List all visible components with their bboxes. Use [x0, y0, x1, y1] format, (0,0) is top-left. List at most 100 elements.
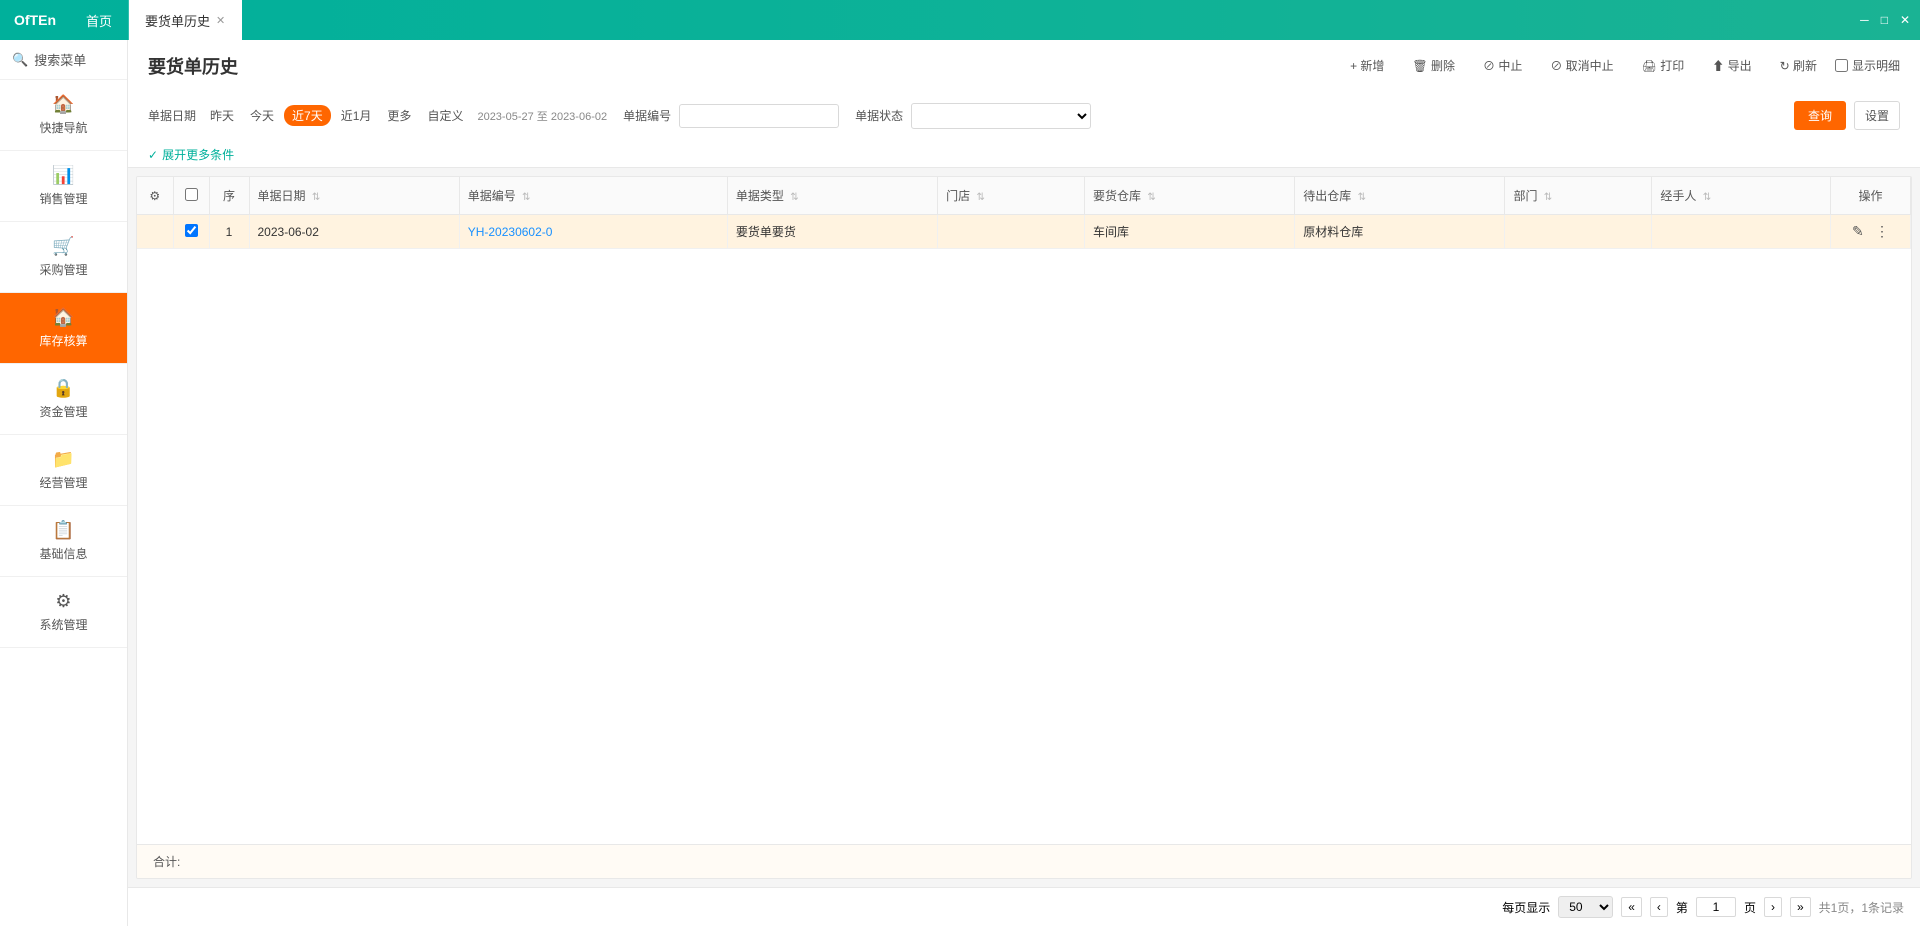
app-logo: OfTEn: [0, 12, 70, 28]
row-pending-warehouse-cell: 原材料仓库: [1295, 215, 1505, 249]
doc-no-label: 单据编号: [623, 107, 671, 124]
lock-icon: 🔒: [52, 378, 74, 399]
date-filter-group: 单据日期 昨天 今天 近7天 近1月 更多 自定义 2023-05-27 至 2…: [148, 105, 607, 126]
row-checkbox[interactable]: [185, 224, 198, 237]
minimize-icon[interactable]: ─: [1860, 13, 1869, 27]
toolbar: + 新增 🗑 删除 ⊘ 中止 ⊘ 取消中止 🖨 打印 ⬆ 导出 ↻ 刷新 显示明…: [1340, 52, 1900, 79]
chevron-down-icon: ✓: [148, 148, 158, 162]
close-window-icon[interactable]: ✕: [1900, 13, 1910, 27]
inventory-icon: 🏠: [52, 307, 74, 328]
footer-total-label: 合计:: [153, 855, 180, 869]
select-all-checkbox[interactable]: [185, 188, 198, 201]
yesterday-btn[interactable]: 昨天: [204, 105, 240, 126]
last7-btn[interactable]: 近7天: [284, 105, 331, 126]
display-detail-label: 显示明细: [1852, 57, 1900, 74]
page-size-label: 每页显示: [1502, 899, 1550, 916]
prev-page-button[interactable]: ‹: [1650, 897, 1668, 917]
settings-button[interactable]: 设置: [1854, 101, 1900, 130]
doc-date-col-header[interactable]: 单据日期 ⇅: [249, 177, 459, 215]
new-button[interactable]: + 新增: [1340, 52, 1394, 79]
display-detail-checkbox[interactable]: [1835, 59, 1848, 72]
doc-no-link[interactable]: YH-20230602-0: [468, 225, 553, 239]
next-page-button[interactable]: ›: [1764, 897, 1782, 917]
tab-close-icon[interactable]: ✕: [216, 14, 225, 27]
stop-button[interactable]: ⊘ 中止: [1473, 52, 1532, 79]
tab-home-label: 首页: [86, 11, 112, 30]
table-container: ⚙ 序 单据日期 ⇅ 单据编号 ⇅ 单据类型 ⇅ 门店 ⇅ 要货仓库 ⇅ 待出仓…: [137, 177, 1911, 844]
sidebar-item-inventory[interactable]: 🏠 库存核算: [0, 293, 127, 364]
row-doc-no-cell[interactable]: YH-20230602-0: [459, 215, 727, 249]
row-checkbox-cell[interactable]: [173, 215, 209, 249]
doc-no-input[interactable]: [679, 104, 839, 128]
last-page-button[interactable]: »: [1790, 897, 1811, 917]
expand-label: 展开更多条件: [162, 146, 234, 163]
cancel-stop-button[interactable]: ⊘ 取消中止: [1540, 52, 1623, 79]
sidebar-item-system-label: 系统管理: [39, 616, 87, 633]
doc-type-col-header[interactable]: 单据类型 ⇅: [727, 177, 937, 215]
maximize-icon[interactable]: □: [1881, 13, 1888, 27]
page-title: 要货单历史: [148, 53, 238, 79]
sidebar-item-purchase[interactable]: 🛒 采购管理: [0, 222, 127, 293]
tab-bar: 首页 要货单历史 ✕: [70, 0, 242, 40]
settings-col-header[interactable]: ⚙: [137, 177, 173, 215]
search-icon: 🔍: [12, 52, 28, 68]
sidebar-item-purchase-label: 采购管理: [39, 261, 87, 278]
today-btn[interactable]: 今天: [244, 105, 280, 126]
content-area: 要货单历史 + 新增 🗑 删除 ⊘ 中止 ⊘ 取消中止 🖨 打印 ⬆ 导出 ↻ …: [128, 40, 1920, 926]
row-action-cell: ✎ ⋮: [1831, 215, 1911, 249]
sidebar-search-label: 搜索菜单: [34, 50, 86, 69]
window-controls: ─ □ ✕: [1860, 13, 1910, 27]
handler-col-header[interactable]: 经手人 ⇅: [1652, 177, 1831, 215]
row-edit-icon[interactable]: ✎: [1848, 221, 1868, 241]
last-month-btn[interactable]: 近1月: [335, 105, 378, 126]
req-warehouse-col-header[interactable]: 要货仓库 ⇅: [1085, 177, 1295, 215]
sidebar-search[interactable]: 🔍 搜索菜单: [0, 40, 127, 80]
top-bar: OfTEn 首页 要货单历史 ✕ ─ □ ✕: [0, 0, 1920, 40]
doc-no-col-header[interactable]: 单据编号 ⇅: [459, 177, 727, 215]
sidebar-item-finance[interactable]: 🔒 资金管理: [0, 364, 127, 435]
pending-warehouse-col-header[interactable]: 待出仓库 ⇅: [1295, 177, 1505, 215]
tab-home[interactable]: 首页: [70, 0, 129, 40]
tab-requisition-history[interactable]: 要货单历史 ✕: [129, 0, 242, 40]
department-col-header[interactable]: 部门 ⇅: [1505, 177, 1652, 215]
home-icon: 🏠: [52, 94, 74, 115]
page-size-select[interactable]: 50 20 100 200: [1558, 896, 1613, 918]
row-handler-cell: [1652, 215, 1831, 249]
main-layout: 🔍 搜索菜单 🏠 快捷导航 📊 销售管理 🛒 采购管理 🏠 库存核算 🔒 资金管…: [0, 40, 1920, 926]
doc-no-filter-group: 单据编号: [623, 104, 839, 128]
checkbox-col-header[interactable]: [173, 177, 209, 215]
refresh-button[interactable]: ↻ 刷新: [1770, 52, 1827, 79]
sidebar-item-basic-info[interactable]: 📋 基础信息: [0, 506, 127, 577]
expand-conditions-btn[interactable]: ✓ 展开更多条件: [148, 146, 1900, 163]
table-area: ⚙ 序 单据日期 ⇅ 单据编号 ⇅ 单据类型 ⇅ 门店 ⇅ 要货仓库 ⇅ 待出仓…: [136, 176, 1912, 879]
clipboard-icon: 📋: [52, 520, 74, 541]
export-button[interactable]: ⬆ 导出: [1702, 52, 1761, 79]
row-more-icon[interactable]: ⋮: [1871, 221, 1893, 241]
status-label: 单据状态: [855, 107, 903, 124]
pagination-bar: 每页显示 50 20 100 200 « ‹ 第 页 › » 共1页，1条记录: [128, 887, 1920, 926]
store-col-header[interactable]: 门店 ⇅: [938, 177, 1085, 215]
sidebar-item-quick-nav[interactable]: 🏠 快捷导航: [0, 80, 127, 151]
print-button[interactable]: 🖨 打印: [1632, 52, 1695, 79]
sidebar-item-operation-label: 经营管理: [39, 474, 87, 491]
sidebar-item-sales[interactable]: 📊 销售管理: [0, 151, 127, 222]
page-jump-label: 第: [1676, 899, 1688, 916]
status-filter-group: 单据状态: [855, 103, 1091, 129]
row-num-cell: 1: [209, 215, 249, 249]
row-department-cell: [1505, 215, 1652, 249]
table-row[interactable]: 1 2023-06-02 YH-20230602-0 要货单要货 车间库 原材料…: [137, 215, 1911, 249]
sidebar-item-system[interactable]: ⚙ 系统管理: [0, 577, 127, 648]
more-btn[interactable]: 更多: [381, 105, 417, 126]
page-total-info: 共1页，1条记录: [1819, 899, 1904, 916]
first-page-button[interactable]: «: [1621, 897, 1642, 917]
chart-icon: 📊: [52, 165, 74, 186]
sidebar-item-inventory-label: 库存核算: [39, 332, 87, 349]
query-button[interactable]: 查询: [1794, 101, 1846, 130]
status-select[interactable]: [911, 103, 1091, 129]
custom-btn[interactable]: 自定义: [421, 105, 469, 126]
cart-icon: 🛒: [52, 236, 74, 257]
delete-button[interactable]: 🗑 删除: [1402, 52, 1465, 79]
sidebar-item-operation[interactable]: 📁 经营管理: [0, 435, 127, 506]
sidebar-item-finance-label: 资金管理: [39, 403, 87, 420]
page-input[interactable]: [1696, 897, 1736, 917]
